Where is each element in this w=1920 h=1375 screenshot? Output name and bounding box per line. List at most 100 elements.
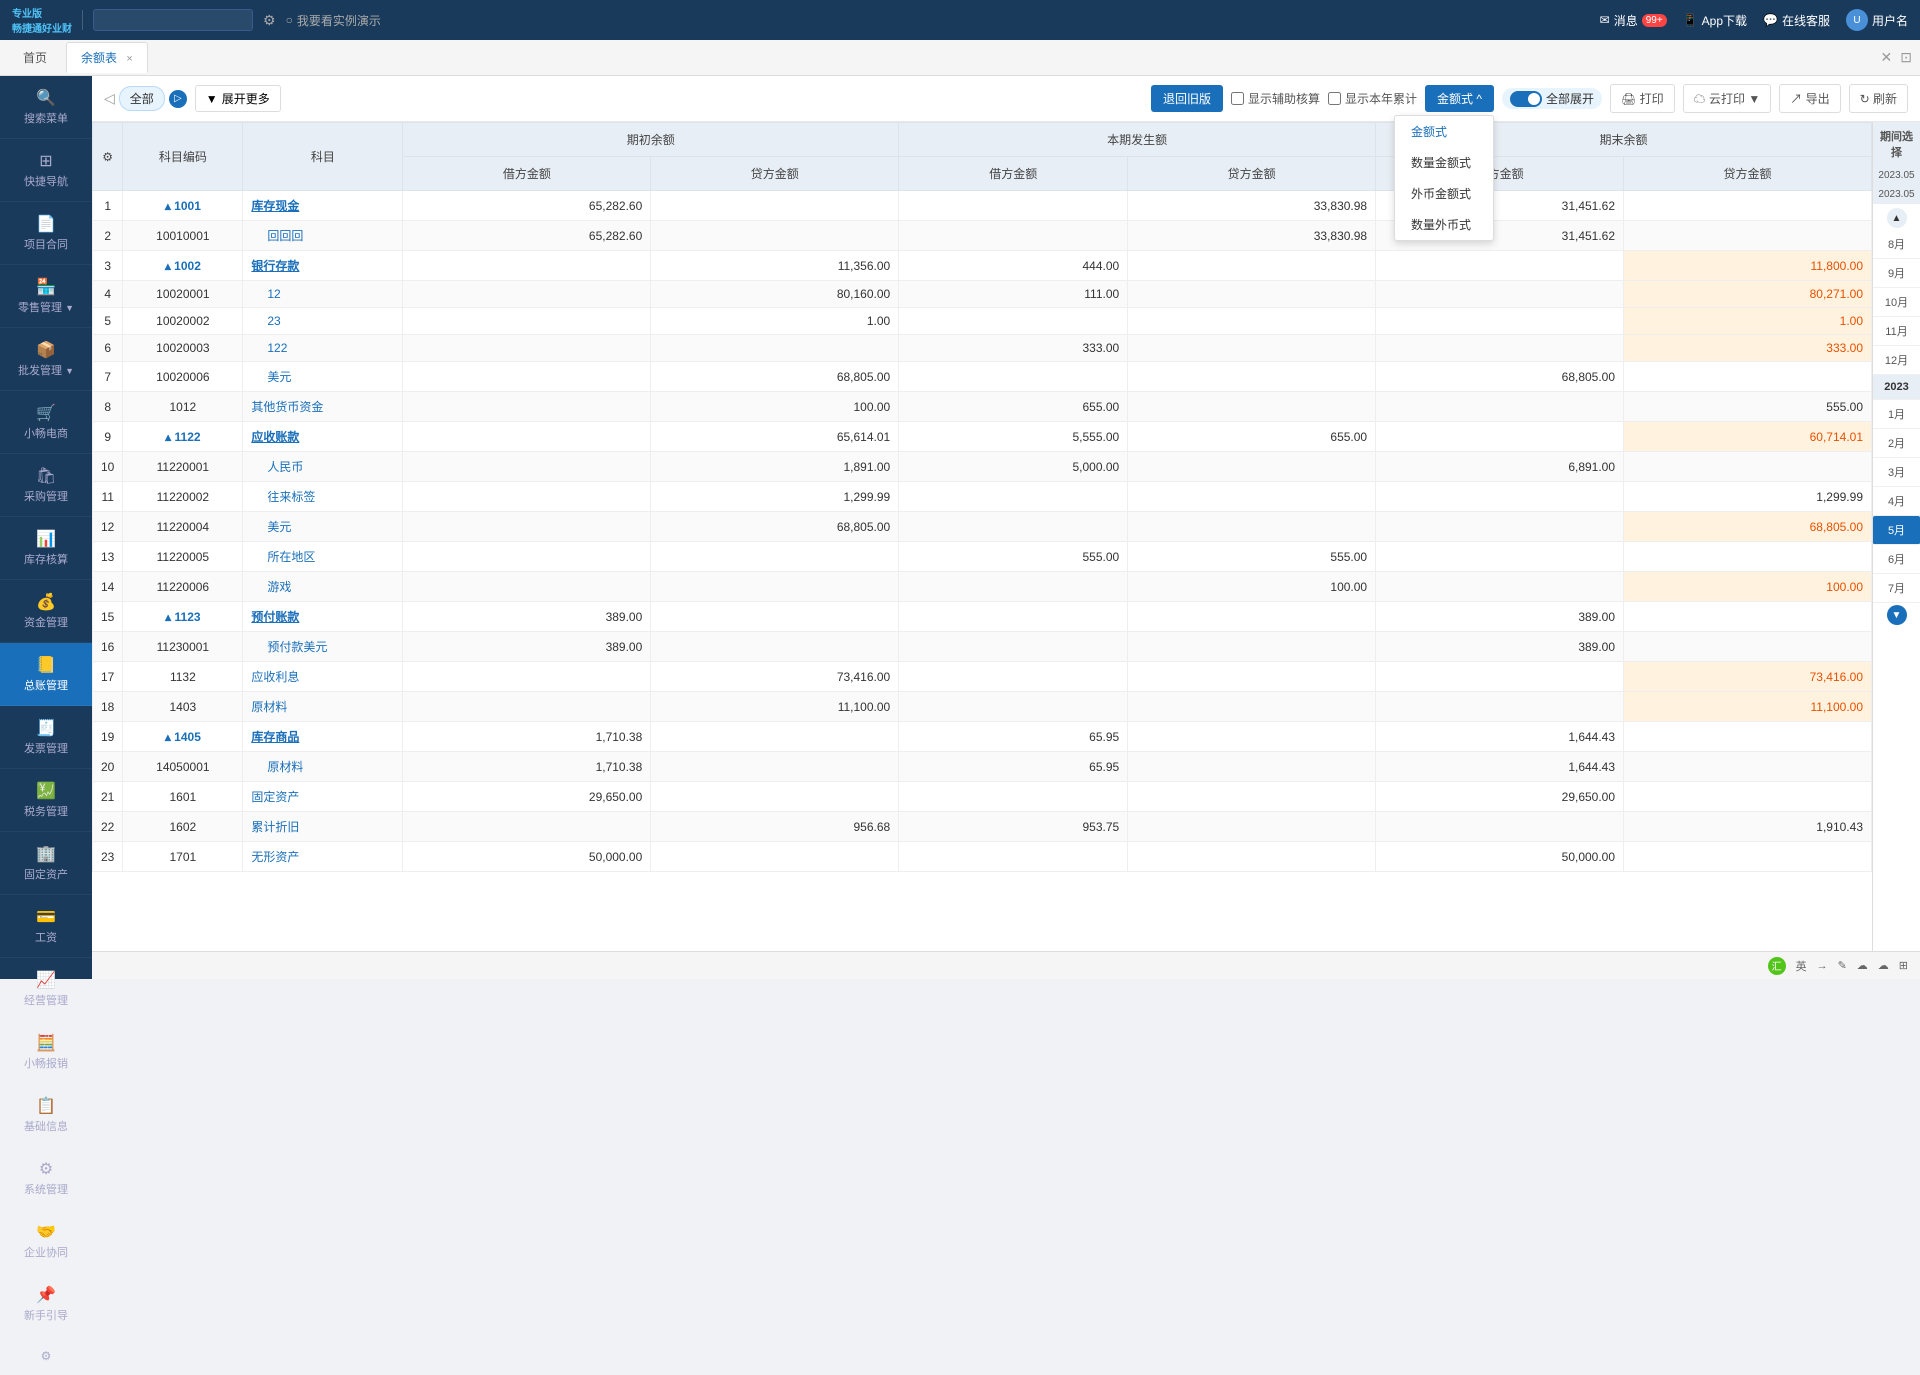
expand-more-btn[interactable]: ▼ 展开更多 — [195, 85, 281, 112]
filter-back-icon[interactable]: ◁ — [104, 90, 115, 107]
sidebar-item-expense[interactable]: 🧮 小畅报销 — [0, 1021, 92, 1084]
expand-all-toggle[interactable]: 全部展开 — [1502, 88, 1602, 109]
table-row[interactable]: 710020006美元68,805.0068,805.00 — [93, 362, 1872, 392]
bottom-cloud-btn1[interactable]: ☁ — [1857, 959, 1868, 972]
table-row[interactable]: 221602累计折旧956.68953.751,910.43 — [93, 812, 1872, 842]
table-row[interactable]: 15▴ 1123预付账款389.00389.00 — [93, 602, 1872, 632]
sidebar-item-operations[interactable]: 📈 经营管理 — [0, 958, 92, 1021]
service-group[interactable]: 💬 在线客服 — [1763, 12, 1830, 29]
year-checkbox[interactable] — [1328, 92, 1341, 105]
settings-icon[interactable]: ⚙ — [263, 12, 276, 29]
sidebar-item-guide[interactable]: 📌 新手引导 — [0, 1273, 92, 1336]
table-row[interactable]: 19▴ 1405库存商品1,710.3865.951,644.43 — [93, 722, 1872, 752]
row-name[interactable]: 23 — [243, 308, 403, 335]
sidebar-item-retail[interactable]: 🏪 零售管理 ▼ — [0, 265, 92, 328]
period-month-1[interactable]: 1月 — [1873, 400, 1920, 429]
user-group[interactable]: U 用户名 — [1846, 9, 1908, 31]
row-name[interactable]: 应收账款 — [243, 422, 403, 452]
export-btn[interactable]: ↗ 导出 — [1779, 84, 1840, 113]
row-name[interactable]: 回回回 — [243, 221, 403, 251]
style-option-amount[interactable]: 金额式 — [1395, 116, 1493, 147]
bottom-lang-btn[interactable]: 英 — [1796, 958, 1807, 974]
bottom-edit-btn[interactable]: ✎ — [1838, 959, 1847, 972]
row-name[interactable]: 无形资产 — [243, 842, 403, 872]
filter-tag[interactable]: 全部 — [119, 86, 165, 111]
bottom-grid-btn[interactable]: ⊞ — [1899, 959, 1908, 972]
tab-window-expand[interactable]: ⊡ — [1900, 49, 1912, 66]
row-name[interactable]: 原材料 — [243, 692, 403, 722]
row-name[interactable]: 其他货币资金 — [243, 392, 403, 422]
message-group[interactable]: ✉ 消息 99+ — [1600, 12, 1667, 29]
tab-window-close[interactable]: ✕ — [1881, 49, 1893, 66]
row-name[interactable]: 游戏 — [243, 572, 403, 602]
sidebar-item-funds[interactable]: 💰 资金管理 — [0, 580, 92, 643]
row-name[interactable]: 固定资产 — [243, 782, 403, 812]
table-row[interactable]: 1311220005所在地区555.00555.00 — [93, 542, 1872, 572]
tab-balance[interactable]: 余额表 × — [66, 42, 148, 73]
row-name[interactable]: 美元 — [243, 362, 403, 392]
table-row[interactable]: 1611230001预付款美元389.00389.00 — [93, 632, 1872, 662]
tab-home[interactable]: 首页 — [8, 42, 62, 73]
download-group[interactable]: 📱 App下载 — [1683, 12, 1747, 29]
period-month-10[interactable]: 10月 — [1873, 288, 1920, 317]
settings-col-header[interactable]: ⚙ — [93, 123, 123, 191]
show-year-check[interactable]: 显示本年累计 — [1328, 90, 1417, 107]
cloud-print-btn[interactable]: ☁ 云打印 ▼ — [1683, 84, 1772, 113]
row-name[interactable]: 库存商品 — [243, 722, 403, 752]
sidebar-item-purchase[interactable]: 🛍 采购管理 — [0, 454, 92, 517]
row-name[interactable]: 122 — [243, 335, 403, 362]
sidebar-item-invoice[interactable]: 🧾 发票管理 — [0, 706, 92, 769]
period-month-5[interactable]: 5月 — [1873, 516, 1920, 545]
sidebar-item-basic[interactable]: 📋 基础信息 — [0, 1084, 92, 1147]
row-name[interactable]: 预付账款 — [243, 602, 403, 632]
sidebar-item-assets[interactable]: 🏢 固定资产 — [0, 832, 92, 895]
table-row[interactable]: 1211220004美元68,805.0068,805.00 — [93, 512, 1872, 542]
assist-checkbox[interactable] — [1231, 92, 1244, 105]
period-up-nav[interactable]: ▲ — [1887, 208, 1907, 228]
row-name[interactable]: 美元 — [243, 512, 403, 542]
row-name[interactable]: 应收利息 — [243, 662, 403, 692]
table-row[interactable]: 4100200011280,160.00111.0080,271.00 — [93, 281, 1872, 308]
style-dropdown-btn[interactable]: 金额式 ^ — [1425, 85, 1494, 112]
period-month-11[interactable]: 11月 — [1873, 317, 1920, 346]
sidebar-item-tax[interactable]: 💹 税务管理 — [0, 769, 92, 832]
table-row[interactable]: 3▴ 1002银行存款11,356.00444.0011,800.00 — [93, 251, 1872, 281]
table-row[interactable]: 1411220006游戏100.00100.00 — [93, 572, 1872, 602]
period-month-6[interactable]: 6月 — [1873, 545, 1920, 574]
bottom-cloud-btn2[interactable]: ☁ — [1878, 959, 1889, 972]
sidebar-item-payroll[interactable]: 💳 工资 — [0, 895, 92, 958]
row-name[interactable]: 银行存款 — [243, 251, 403, 281]
sidebar-settings-btn[interactable]: ⚙ — [0, 1336, 92, 1375]
demo-link[interactable]: ○ 我要看实例演示 — [286, 12, 381, 29]
sidebar-item-wholesale[interactable]: 📦 批发管理 ▼ — [0, 328, 92, 391]
sidebar-item-nav[interactable]: ⊞ 快捷导航 — [0, 139, 92, 202]
style-option-quantity-foreign[interactable]: 数量外币式 — [1395, 209, 1493, 240]
table-row[interactable]: 9▴ 1122应收账款65,614.015,555.00655.0060,714… — [93, 422, 1872, 452]
table-row[interactable]: 210010001回回回65,282.6033,830.9831,451.62 — [93, 221, 1872, 251]
sidebar-item-ecommerce[interactable]: 🛒 小畅电商 — [0, 391, 92, 454]
sidebar-item-inventory[interactable]: 📊 库存核算 — [0, 517, 92, 580]
table-row[interactable]: 610020003122333.00333.00 — [93, 335, 1872, 362]
period-month-7[interactable]: 7月 — [1873, 574, 1920, 603]
refresh-btn[interactable]: ↻ 刷新 — [1849, 84, 1908, 113]
show-assist-check[interactable]: 显示辅助核算 — [1231, 90, 1320, 107]
sidebar-item-contract[interactable]: 📄 项目合同 — [0, 202, 92, 265]
sidebar-item-collab[interactable]: 🤝 企业协同 — [0, 1210, 92, 1273]
period-month-8[interactable]: 8月 — [1873, 230, 1920, 259]
sidebar-item-system[interactable]: ⚙ 系统管理 — [0, 1147, 92, 1210]
row-name[interactable]: 12 — [243, 281, 403, 308]
row-name[interactable]: 原材料 — [243, 752, 403, 782]
row-name[interactable]: 人民币 — [243, 452, 403, 482]
global-search-input[interactable] — [93, 9, 253, 31]
row-name[interactable]: 往来标签 — [243, 482, 403, 512]
back-old-btn[interactable]: 退回旧版 — [1151, 85, 1223, 112]
table-row[interactable]: 171132应收利息73,416.0073,416.00 — [93, 662, 1872, 692]
period-month-12[interactable]: 12月 — [1873, 346, 1920, 375]
table-row[interactable]: 231701无形资产50,000.0050,000.00 — [93, 842, 1872, 872]
sidebar-item-search[interactable]: 🔍 搜索菜单 — [0, 76, 92, 139]
row-name[interactable]: 累计折旧 — [243, 812, 403, 842]
table-row[interactable]: 510020002231.001.00 — [93, 308, 1872, 335]
period-down-nav[interactable]: ▼ — [1887, 605, 1907, 625]
table-row[interactable]: 1011220001人民币1,891.005,000.006,891.00 — [93, 452, 1872, 482]
toggle-switch[interactable] — [1510, 91, 1542, 107]
